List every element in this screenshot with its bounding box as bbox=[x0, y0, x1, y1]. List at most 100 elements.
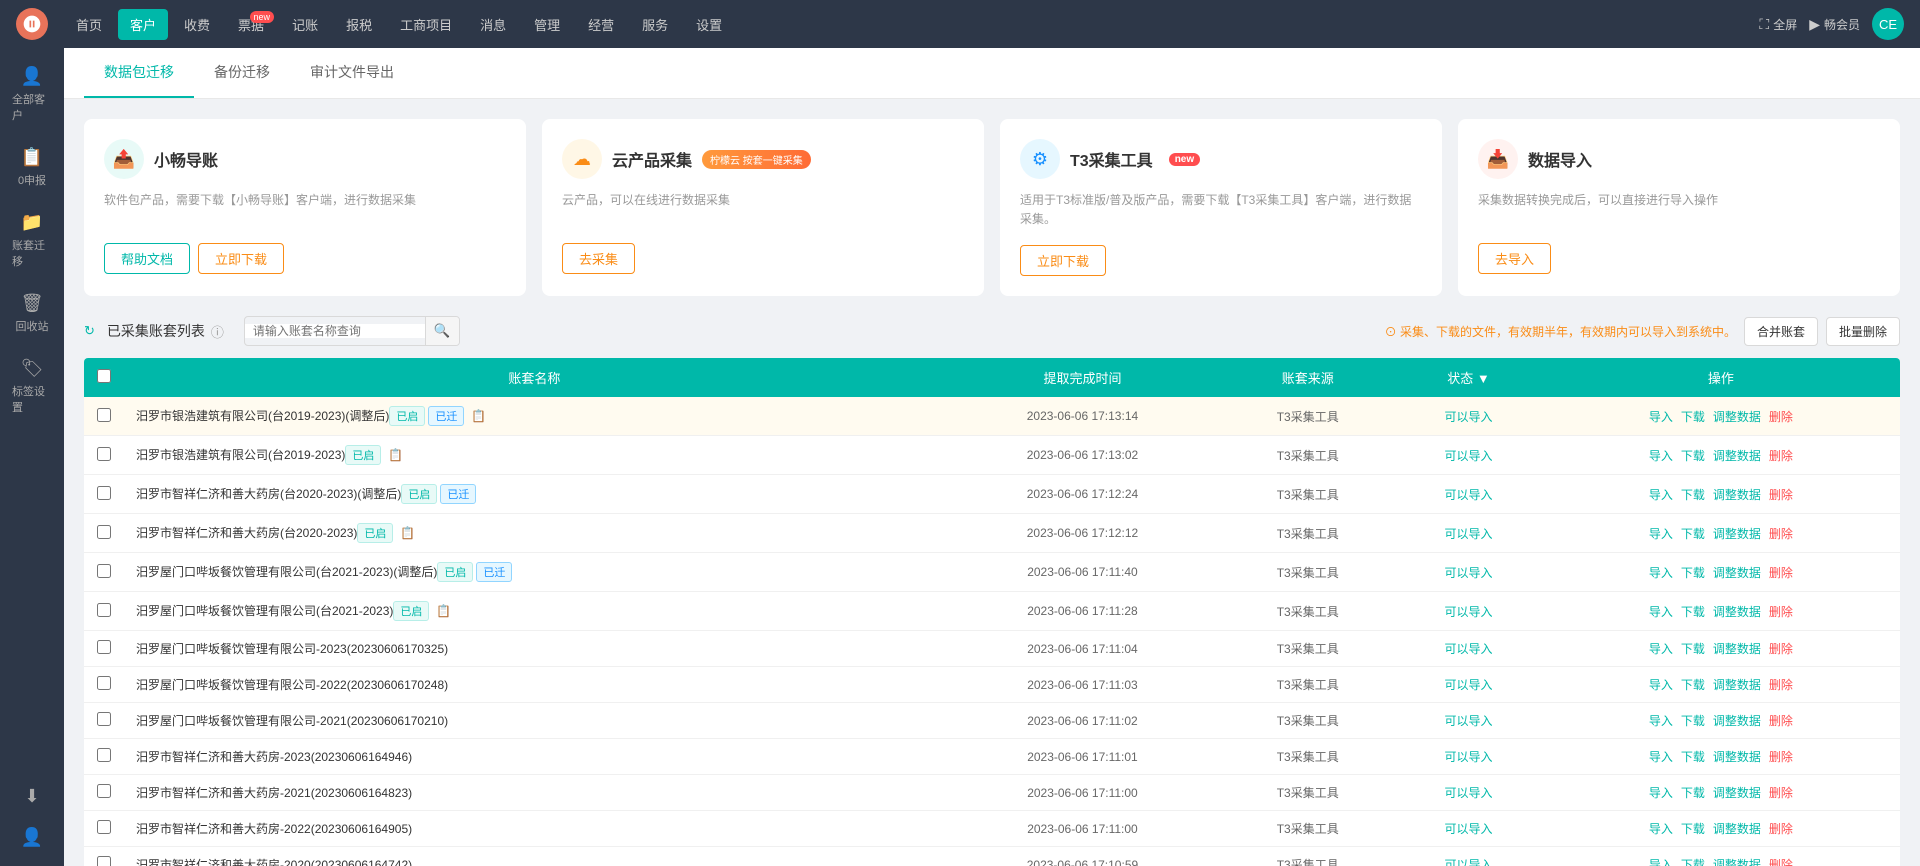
tab-audit-export[interactable]: 审计文件导出 bbox=[290, 48, 414, 98]
sidebar-item-profile[interactable]: 👤 bbox=[4, 817, 60, 858]
action-调整数据[interactable]: 调整数据 bbox=[1713, 786, 1761, 800]
copy-icon[interactable]: 📋 bbox=[400, 526, 415, 540]
action-导入[interactable]: 导入 bbox=[1649, 566, 1673, 580]
row-checkbox[interactable] bbox=[97, 603, 111, 617]
action-调整数据[interactable]: 调整数据 bbox=[1713, 410, 1761, 424]
tab-data-migration[interactable]: 数据包迁移 bbox=[84, 48, 194, 98]
action-删除[interactable]: 删除 bbox=[1769, 858, 1793, 866]
action-下载[interactable]: 下载 bbox=[1681, 642, 1705, 656]
action-导入[interactable]: 导入 bbox=[1649, 678, 1673, 692]
row-checkbox[interactable] bbox=[97, 408, 111, 422]
action-导入[interactable]: 导入 bbox=[1649, 822, 1673, 836]
action-删除[interactable]: 删除 bbox=[1769, 566, 1793, 580]
action-调整数据[interactable]: 调整数据 bbox=[1713, 605, 1761, 619]
sidebar-item-account-migration[interactable]: 📁 账套迁移 bbox=[4, 202, 60, 279]
action-导入[interactable]: 导入 bbox=[1649, 714, 1673, 728]
action-下载[interactable]: 下载 bbox=[1681, 605, 1705, 619]
action-导入[interactable]: 导入 bbox=[1649, 410, 1673, 424]
action-调整数据[interactable]: 调整数据 bbox=[1713, 642, 1761, 656]
search-input[interactable] bbox=[245, 324, 425, 338]
copy-icon[interactable]: 📋 bbox=[471, 409, 486, 423]
action-下载[interactable]: 下载 bbox=[1681, 786, 1705, 800]
xiaochang-download-btn[interactable]: 立即下载 bbox=[198, 243, 284, 274]
nav-bookkeeping[interactable]: 记账 bbox=[280, 9, 330, 40]
action-下载[interactable]: 下载 bbox=[1681, 527, 1705, 541]
tab-backup-migration[interactable]: 备份迁移 bbox=[194, 48, 290, 98]
row-checkbox[interactable] bbox=[97, 784, 111, 798]
action-调整数据[interactable]: 调整数据 bbox=[1713, 714, 1761, 728]
action-下载[interactable]: 下载 bbox=[1681, 678, 1705, 692]
action-删除[interactable]: 删除 bbox=[1769, 642, 1793, 656]
nav-settings[interactable]: 设置 bbox=[684, 9, 734, 40]
search-button[interactable]: 🔍 bbox=[425, 316, 459, 346]
action-删除[interactable]: 删除 bbox=[1769, 678, 1793, 692]
action-删除[interactable]: 删除 bbox=[1769, 750, 1793, 764]
action-删除[interactable]: 删除 bbox=[1769, 527, 1793, 541]
nav-manage[interactable]: 管理 bbox=[522, 9, 572, 40]
sidebar-item-zero-declaration[interactable]: 📋 0申报 bbox=[4, 137, 60, 198]
nav-tax[interactable]: 报税 bbox=[334, 9, 384, 40]
action-导入[interactable]: 导入 bbox=[1649, 488, 1673, 502]
action-调整数据[interactable]: 调整数据 bbox=[1713, 449, 1761, 463]
action-下载[interactable]: 下载 bbox=[1681, 858, 1705, 866]
nav-business[interactable]: 工商项目 bbox=[388, 9, 464, 40]
col-status[interactable]: 状态 ▼ bbox=[1395, 358, 1542, 397]
nav-service[interactable]: 服务 bbox=[630, 9, 680, 40]
copy-icon[interactable]: 📋 bbox=[388, 448, 403, 462]
row-checkbox[interactable] bbox=[97, 447, 111, 461]
nav-operation[interactable]: 经营 bbox=[576, 9, 626, 40]
t3-download-btn[interactable]: 立即下载 bbox=[1020, 245, 1106, 276]
action-下载[interactable]: 下载 bbox=[1681, 488, 1705, 502]
action-调整数据[interactable]: 调整数据 bbox=[1713, 858, 1761, 866]
row-checkbox[interactable] bbox=[97, 525, 111, 539]
app-logo[interactable] bbox=[16, 8, 48, 40]
nav-home[interactable]: 首页 bbox=[64, 9, 114, 40]
row-checkbox[interactable] bbox=[97, 564, 111, 578]
user-avatar[interactable]: CE bbox=[1872, 8, 1904, 40]
row-checkbox[interactable] bbox=[97, 748, 111, 762]
action-导入[interactable]: 导入 bbox=[1649, 605, 1673, 619]
action-导入[interactable]: 导入 bbox=[1649, 642, 1673, 656]
action-导入[interactable]: 导入 bbox=[1649, 750, 1673, 764]
fullscreen-button[interactable]: ⛶ 全屏 bbox=[1759, 16, 1797, 33]
action-删除[interactable]: 删除 bbox=[1769, 605, 1793, 619]
action-调整数据[interactable]: 调整数据 bbox=[1713, 488, 1761, 502]
action-下载[interactable]: 下载 bbox=[1681, 449, 1705, 463]
sidebar-item-tag-settings[interactable]: 🏷 标签设置 bbox=[4, 348, 60, 425]
sidebar-item-all-customers[interactable]: 👤 全部客户 bbox=[4, 56, 60, 133]
batch-delete-btn[interactable]: 批量删除 bbox=[1826, 317, 1900, 346]
nav-fee[interactable]: 收费 bbox=[172, 9, 222, 40]
action-下载[interactable]: 下载 bbox=[1681, 410, 1705, 424]
row-checkbox[interactable] bbox=[97, 712, 111, 726]
action-导入[interactable]: 导入 bbox=[1649, 858, 1673, 866]
action-删除[interactable]: 删除 bbox=[1769, 714, 1793, 728]
action-删除[interactable]: 删除 bbox=[1769, 786, 1793, 800]
action-调整数据[interactable]: 调整数据 bbox=[1713, 750, 1761, 764]
nav-message[interactable]: 消息 bbox=[468, 9, 518, 40]
action-导入[interactable]: 导入 bbox=[1649, 449, 1673, 463]
action-下载[interactable]: 下载 bbox=[1681, 822, 1705, 836]
sidebar-item-download[interactable]: ⬇ bbox=[4, 776, 60, 817]
row-checkbox[interactable] bbox=[97, 676, 111, 690]
action-删除[interactable]: 删除 bbox=[1769, 410, 1793, 424]
action-下载[interactable]: 下载 bbox=[1681, 714, 1705, 728]
member-button[interactable]: ▶ 畅会员 bbox=[1809, 16, 1860, 33]
copy-icon[interactable]: 📋 bbox=[436, 604, 451, 618]
row-checkbox[interactable] bbox=[97, 820, 111, 834]
action-调整数据[interactable]: 调整数据 bbox=[1713, 566, 1761, 580]
list-help-icon[interactable]: ⓘ bbox=[211, 322, 224, 341]
list-refresh-icon[interactable]: ↻ bbox=[84, 323, 95, 339]
import-go-btn[interactable]: 去导入 bbox=[1478, 243, 1551, 274]
row-checkbox[interactable] bbox=[97, 640, 111, 654]
nav-invoice[interactable]: 票据 new bbox=[226, 9, 276, 40]
row-checkbox[interactable] bbox=[97, 856, 111, 866]
cloud-collect-btn[interactable]: 去采集 bbox=[562, 243, 635, 274]
action-调整数据[interactable]: 调整数据 bbox=[1713, 527, 1761, 541]
select-all-checkbox[interactable] bbox=[97, 369, 111, 383]
merge-account-btn[interactable]: 合并账套 bbox=[1744, 317, 1818, 346]
action-调整数据[interactable]: 调整数据 bbox=[1713, 822, 1761, 836]
nav-customer[interactable]: 客户 bbox=[118, 9, 168, 40]
action-下载[interactable]: 下载 bbox=[1681, 566, 1705, 580]
action-导入[interactable]: 导入 bbox=[1649, 527, 1673, 541]
action-导入[interactable]: 导入 bbox=[1649, 786, 1673, 800]
